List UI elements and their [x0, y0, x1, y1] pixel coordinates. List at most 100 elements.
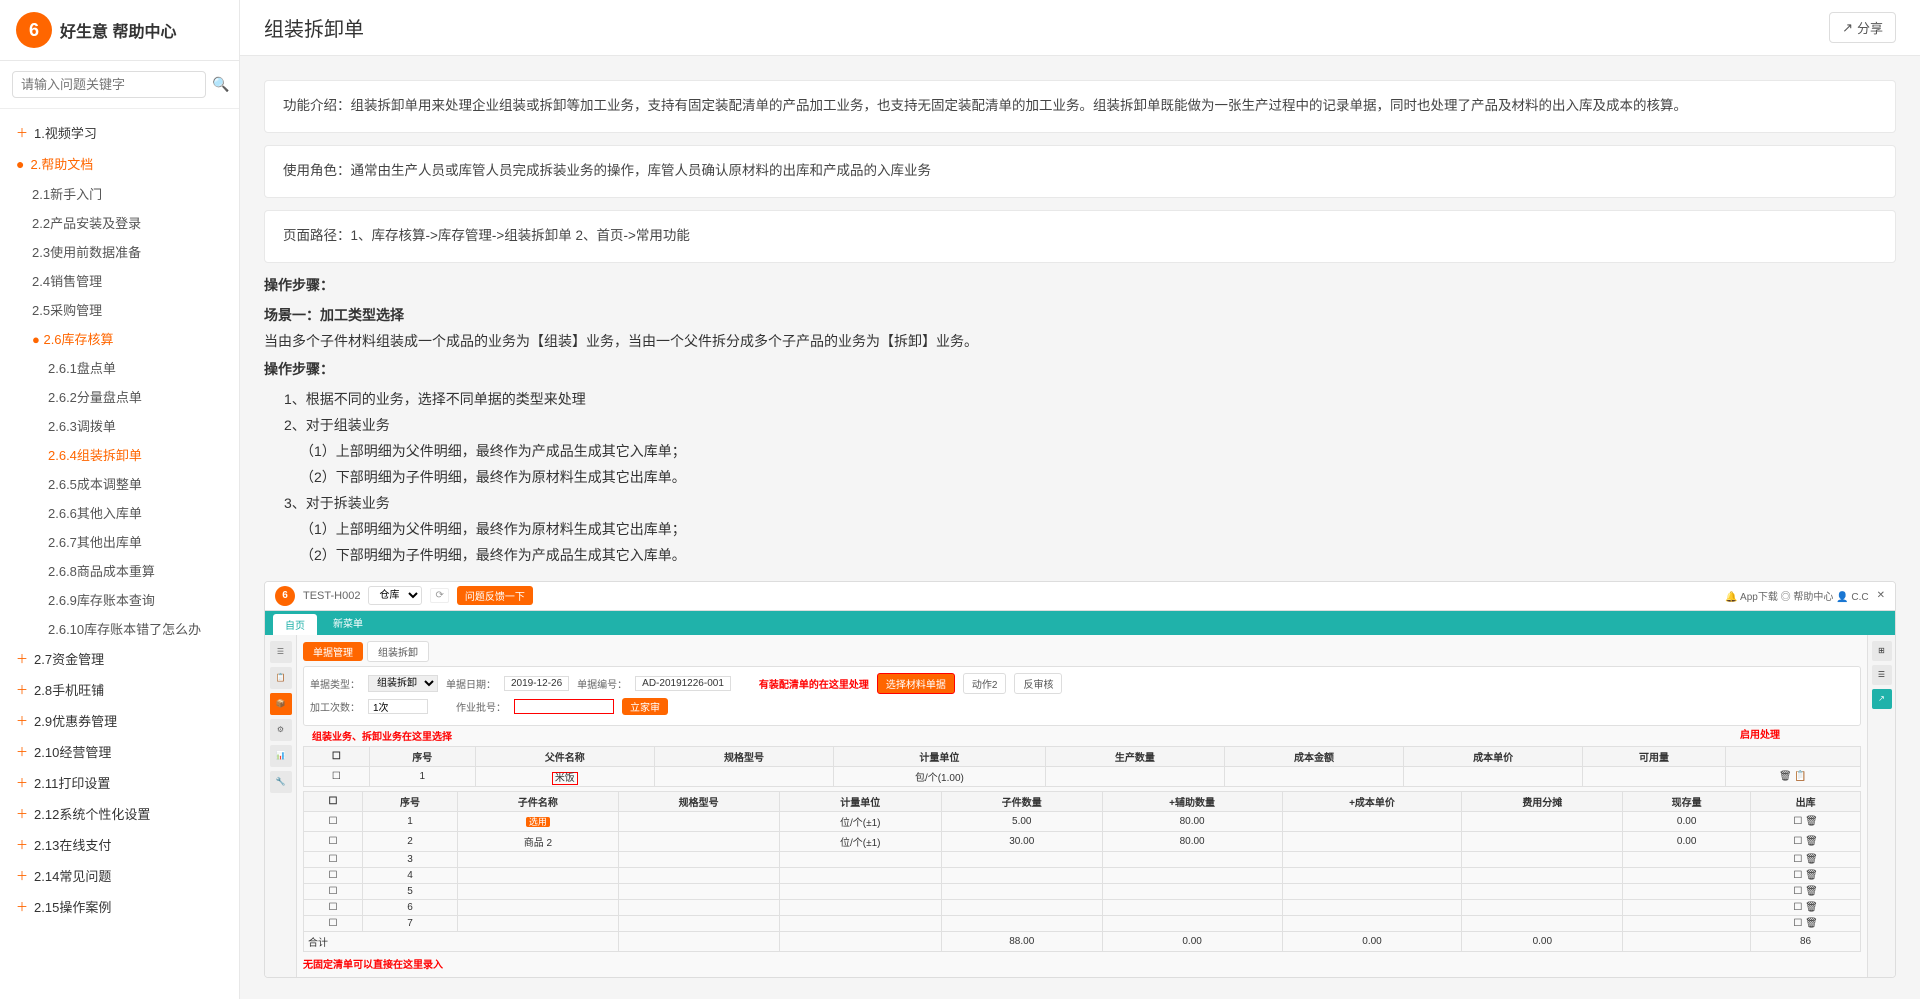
sidebar-item-sales[interactable]: 2.4销售管理 — [0, 266, 239, 295]
mock-joblot-input[interactable] — [514, 699, 614, 714]
sidebar-item-newbie[interactable]: 2.1新手入门 — [0, 179, 239, 208]
mock-tab-active[interactable]: 自页 — [273, 614, 317, 635]
mock-right-icon-1[interactable]: ⊞ — [1872, 641, 1892, 661]
th-spec2: 规格型号 — [618, 791, 779, 811]
sidebar-item-label: 2.10经营管理 — [34, 742, 111, 761]
mock-nav-btn-1[interactable]: 单据管理 — [303, 642, 363, 661]
intro-block-1: 功能介绍：组装拆卸单用来处理企业组装或拆卸等加工业务，支持有固定装配清单的产品加… — [264, 80, 1896, 133]
share-button[interactable]: ↗ 分享 — [1829, 12, 1896, 43]
sidebar-item-data-prep[interactable]: 2.3使用前数据准备 — [0, 237, 239, 266]
mock-sidebar-icon-5[interactable]: 📊 — [270, 745, 292, 767]
parent-item-name: 米饭 — [552, 772, 578, 785]
step2: 2、对于组装业务 — [264, 415, 1896, 435]
main-panel: 组装拆卸单 ↗ 分享 功能介绍：组装拆卸单用来处理企业组装或拆卸等加工业务，支持… — [240, 0, 1920, 999]
mock-sidebar-icon-1[interactable]: ☰ — [270, 641, 292, 663]
table-row: ☐ 2 商品 2 位/个(±1) 30.00 80.00 — [304, 831, 1861, 851]
search-input[interactable] — [12, 71, 206, 98]
sidebar-item-inventory[interactable]: ● 2.6库存核算 — [0, 324, 239, 353]
th-no2: 序号 — [362, 791, 457, 811]
th-sub-cost1: +辅助数量 — [1102, 791, 1282, 811]
sidebar-item-other-in[interactable]: 2.6.6其他入库单 — [0, 498, 239, 527]
th-sub-qty: 子件数量 — [941, 791, 1102, 811]
sidebar-item-purchase[interactable]: 2.5采购管理 — [0, 295, 239, 324]
plus-icon: ＋ — [16, 867, 28, 884]
th-qty: 计量单位 — [834, 746, 1046, 766]
table-row: ☐ 1 选用 位/个(±1) 5.00 — [304, 811, 1861, 831]
sidebar-item-label: 1.视频学习 — [34, 123, 97, 142]
mock-doc-type-select[interactable]: 组装拆卸 — [368, 675, 438, 692]
step1: 1、根据不同的业务，选择不同单据的类型来处理 — [264, 389, 1896, 409]
mock-create-btn[interactable]: 问题反馈一下 — [457, 586, 533, 605]
sidebar-item-assembly[interactable]: 2.6.4组装拆卸单 — [0, 440, 239, 469]
mock-sidebar-icon-4[interactable]: ⚙ — [270, 719, 292, 741]
brand-name: 好生意 帮助中心 — [60, 18, 176, 42]
minus-icon: ● — [16, 156, 24, 172]
sidebar-item-label: 2.14常见问题 — [34, 866, 111, 885]
sidebar-item-print[interactable]: ＋ 2.11打印设置 — [0, 767, 239, 798]
sidebar-item-faq[interactable]: ＋ 2.14常见问题 — [0, 860, 239, 891]
th-cost2: 成本单价 — [1404, 746, 1583, 766]
mock-close-icon[interactable]: ✕ — [1877, 590, 1885, 601]
sidebar-item-partial-stocktake[interactable]: 2.6.2分量盘点单 — [0, 382, 239, 411]
intro-block-3: 页面路径：1、库存核算->库存管理->组装拆卸单 2、首页->常用功能 — [264, 210, 1896, 263]
mock-nav-btn-2[interactable]: 组装拆卸 — [367, 641, 429, 662]
sidebar-item-label: 2.15操作案例 — [34, 897, 111, 916]
th-checkbox: ☐ — [304, 746, 370, 766]
share-label: 分享 — [1857, 18, 1883, 37]
sidebar-item-settings[interactable]: ＋ 2.12系统个性化设置 — [0, 798, 239, 829]
sidebar-item-docs[interactable]: ● 2.帮助文档 — [0, 148, 239, 179]
plus-icon: ＋ — [16, 898, 28, 915]
mock-tab-new[interactable]: 新菜单 — [321, 612, 375, 633]
sidebar-item-ledger-error[interactable]: 2.6.10库存账本错了怎么办 — [0, 614, 239, 643]
mock-right-icon-3[interactable]: ↗ — [1872, 689, 1892, 709]
mock-select[interactable]: 仓库 — [368, 586, 422, 605]
mock-btn-action2[interactable]: 动作2 — [963, 673, 1007, 694]
mock-app: 6 TEST-H002 仓库 ⟳ 问题反馈一下 🔔 App下载 ◎ 帮助中心 👤… — [265, 582, 1895, 977]
mock-confirm-btn[interactable]: 立家审 — [622, 698, 668, 715]
sidebar-item-label: 2.9优惠券管理 — [34, 711, 117, 730]
th-checkbox2: ☐ — [304, 791, 363, 811]
mock-upper-table: ☐ 序号 父件名称 规格型号 计量单位 生产数量 成本金额 成本单价 — [303, 746, 1861, 787]
sidebar-item-coupon[interactable]: ＋ 2.9优惠券管理 — [0, 705, 239, 736]
sub-item-badge: 选用 — [526, 817, 550, 827]
search-icon[interactable]: 🔍 — [212, 76, 229, 93]
sidebar-item-cost-adjust[interactable]: 2.6.5成本调整单 — [0, 469, 239, 498]
sidebar-item-mobile[interactable]: ＋ 2.8手机旺铺 — [0, 674, 239, 705]
sidebar-item-stocktake[interactable]: 2.6.1盘点单 — [0, 353, 239, 382]
sidebar-item-install[interactable]: 2.2产品安装及登录 — [0, 208, 239, 237]
sidebar-item-other-out[interactable]: 2.6.7其他出库单 — [0, 527, 239, 556]
mock-right-icon-2[interactable]: ☰ — [1872, 665, 1892, 685]
sidebar-item-ledger-query[interactable]: 2.6.9库存账本查询 — [0, 585, 239, 614]
sidebar-item-label: 2.8手机旺铺 — [34, 680, 104, 699]
sidebar: 6 好生意 帮助中心 🔍 ＋ 1.视频学习 ● 2.帮助文档 2.1新手入门 2… — [0, 0, 240, 999]
mock-btn-select-material[interactable]: 选择材料单据 — [877, 673, 955, 694]
mock-count-input[interactable] — [368, 699, 428, 714]
mock-sidebar-icon-2[interactable]: 📋 — [270, 667, 292, 689]
th-sub-avail: 现存量 — [1623, 791, 1751, 811]
page-title: 组装拆卸单 — [264, 13, 364, 42]
sidebar-item-payment[interactable]: ＋ 2.13在线支付 — [0, 829, 239, 860]
mock-btn-action3[interactable]: 反审核 — [1014, 673, 1062, 694]
sidebar-item-transfer[interactable]: 2.6.3调拨单 — [0, 411, 239, 440]
sidebar-item-cases[interactable]: ＋ 2.15操作案例 — [0, 891, 239, 922]
sidebar-item-cost-recalc[interactable]: 2.6.8商品成本重算 — [0, 556, 239, 585]
mock-docno-value: AD-20191226-001 — [635, 676, 731, 691]
th-sub-cost3: 费用分摊 — [1462, 791, 1623, 811]
step2-1: （1）上部明细为父件明细，最终作为产成品生成其它入库单； — [264, 441, 1896, 461]
mock-sidebar-icon-3[interactable]: 📦 — [270, 693, 292, 715]
plus-icon: ＋ — [16, 712, 28, 729]
mock-refresh-btn[interactable]: ⟳ — [430, 588, 448, 603]
mock-label-type: 单据类型： — [310, 676, 360, 691]
table-row: ☐ 4 — [304, 867, 1861, 883]
mock-lower-table-section: ☐ 序号 子件名称 规格型号 计量单位 子件数量 +辅助数量 +成本单价 — [303, 791, 1861, 971]
scenario1-desc: 当由多个子件材料组装成一个成品的业务为【组装】业务，当由一个父件拆分成多个子产品… — [264, 331, 1896, 351]
sidebar-item-video[interactable]: ＋ 1.视频学习 — [0, 117, 239, 148]
sidebar-item-label: 2.帮助文档 — [30, 154, 93, 173]
sidebar-item-label: 2.13在线支付 — [34, 835, 111, 854]
mock-sidebar-icon-6[interactable]: 🔧 — [270, 771, 292, 793]
th-qty2: 生产数量 — [1045, 746, 1224, 766]
th-sub-ops: 出库 — [1751, 791, 1861, 811]
sidebar-item-operations[interactable]: ＋ 2.10经营管理 — [0, 736, 239, 767]
intro-text-1: 功能介绍：组装拆卸单用来处理企业组装或拆卸等加工业务，支持有固定装配清单的产品加… — [283, 98, 1687, 113]
sidebar-item-finance[interactable]: ＋ 2.7资金管理 — [0, 643, 239, 674]
